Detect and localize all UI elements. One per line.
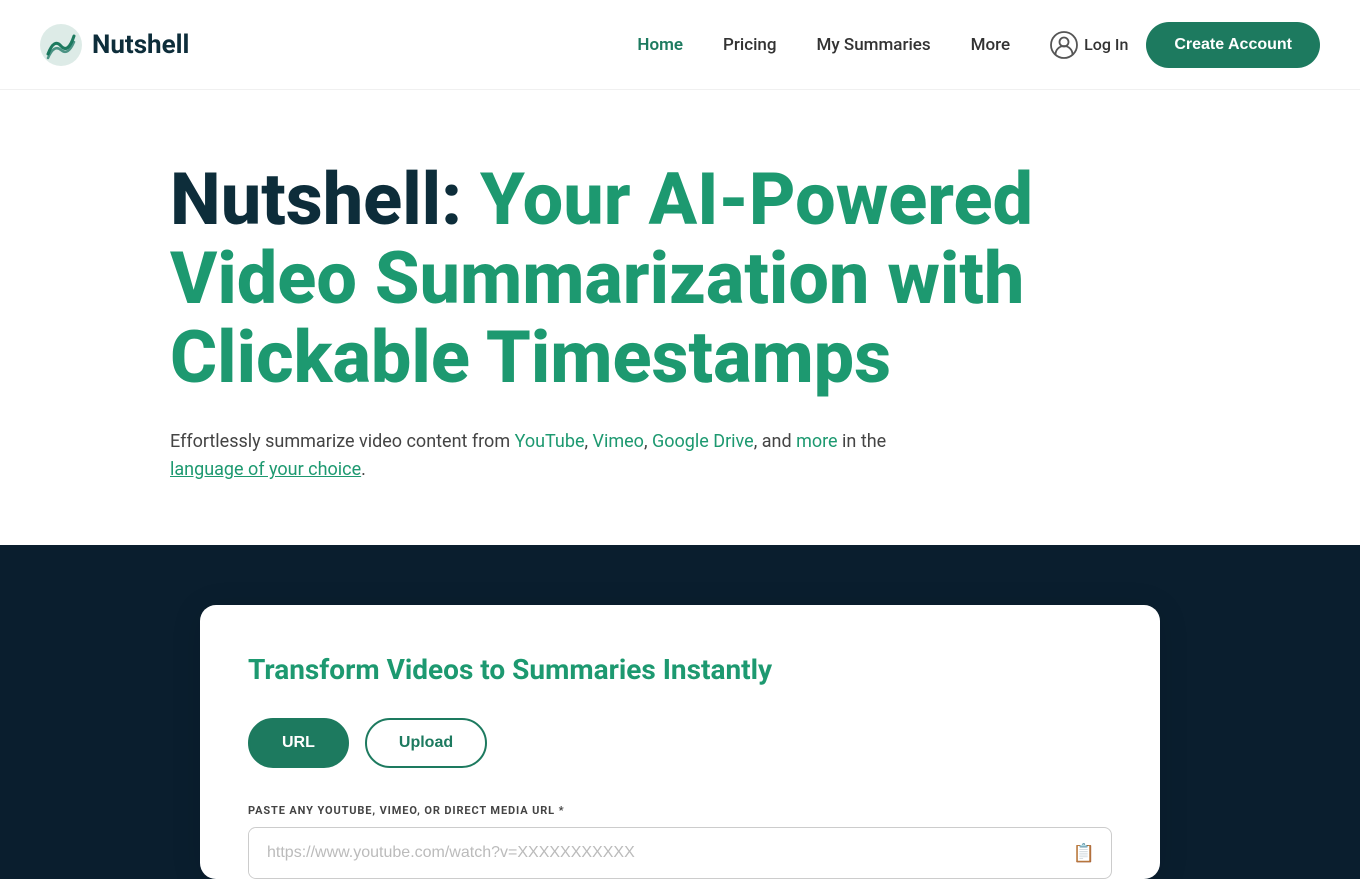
tab-url-button[interactable]: URL [248,718,349,768]
nav-item-my-summaries[interactable]: My Summaries [817,35,931,55]
link-youtube[interactable]: YouTube [515,431,585,452]
tab-row: URL Upload [248,718,1112,768]
hero-subtitle: Effortlessly summarize video content fro… [170,428,930,486]
link-google-drive[interactable]: Google Drive [652,431,754,452]
link-vimeo[interactable]: Vimeo [593,431,644,452]
hero-title: Nutshell: Your AI-Powered Video Summariz… [170,160,1190,398]
logo-text: Nutshell [92,30,189,60]
nav-links: Home Pricing My Summaries More [637,35,1010,55]
dark-section: Transform Videos to Summaries Instantly … [0,545,1360,879]
paste-icon: 📋 [1057,843,1111,864]
logo-icon [40,24,82,66]
navbar: Nutshell Home Pricing My Summaries More … [0,0,1360,90]
login-label: Log In [1084,35,1128,54]
create-account-button[interactable]: Create Account [1146,22,1320,68]
hero-title-plain: Nutshell: [170,157,480,242]
account-icon [1050,31,1078,59]
summary-card: Transform Videos to Summaries Instantly … [200,605,1160,879]
nav-item-home[interactable]: Home [637,35,683,55]
nav-right: Log In Create Account [1050,22,1320,68]
nav-link-my-summaries[interactable]: My Summaries [817,35,931,55]
link-language[interactable]: language of your choice [170,459,361,480]
logo[interactable]: Nutshell [40,24,189,66]
nav-item-pricing[interactable]: Pricing [723,35,777,55]
card-title: Transform Videos to Summaries Instantly [248,653,1112,686]
url-input-label: PASTE ANY YOUTUBE, VIMEO, OR DIRECT MEDI… [248,804,1112,817]
nav-link-more[interactable]: More [971,35,1010,55]
nav-item-more[interactable]: More [971,35,1010,55]
url-input-row: 📋 [248,827,1112,879]
login-button[interactable]: Log In [1050,31,1128,59]
link-more[interactable]: more [796,431,838,452]
nav-link-pricing[interactable]: Pricing [723,35,777,55]
tab-upload-button[interactable]: Upload [365,718,487,768]
url-input[interactable] [249,828,1057,878]
hero-section: Nutshell: Your AI-Powered Video Summariz… [130,90,1230,545]
nav-link-home[interactable]: Home [637,35,683,55]
